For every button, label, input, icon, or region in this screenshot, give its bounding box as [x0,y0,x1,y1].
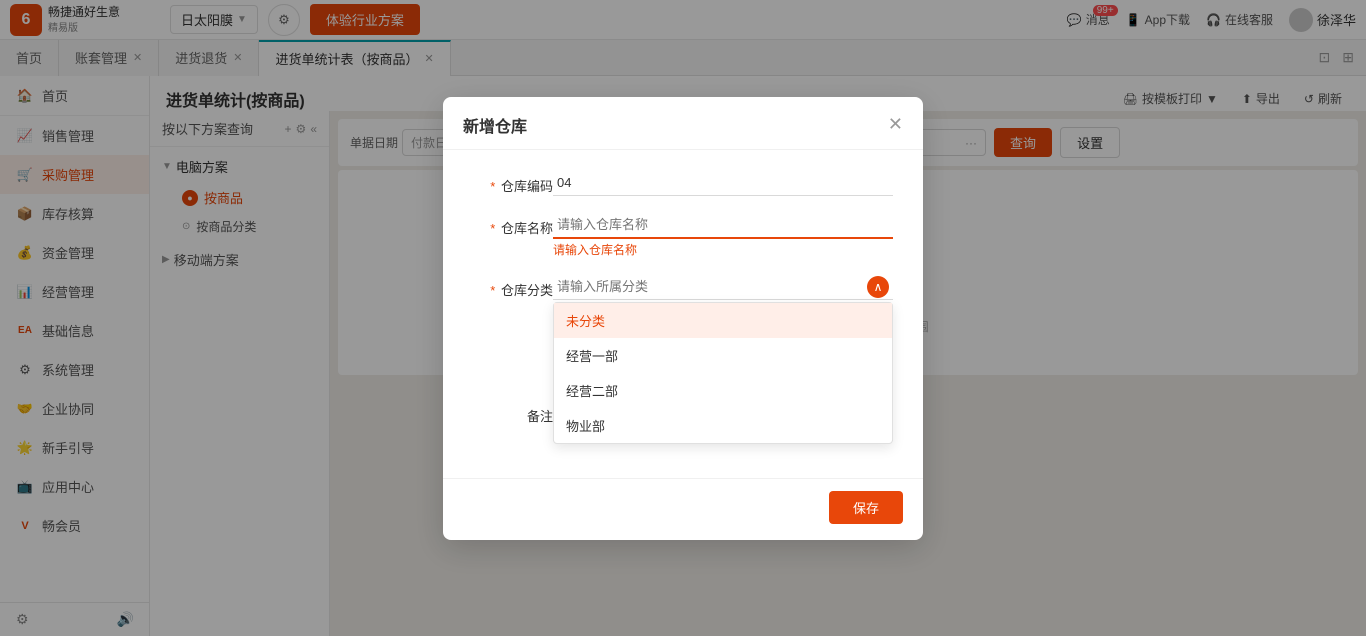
category-dropdown-chevron[interactable]: ∧ [867,276,889,298]
name-field-row: * 仓库名称 请输入仓库名称 [473,212,893,258]
category-label: * 仓库分类 [473,274,553,299]
name-error-text: 请输入仓库名称 [553,241,893,258]
code-field [553,170,893,196]
name-required-mark: * [490,221,495,236]
modal-save-button[interactable]: 保存 [829,491,903,524]
dropdown-option-uncategorized[interactable]: 未分类 [554,303,892,338]
modal-title: 新增仓库 [463,113,527,137]
add-warehouse-modal: 新增仓库 ✕ * 仓库编码 * 仓库名称 [443,97,923,540]
modal-header: 新增仓库 ✕ [443,97,923,150]
modal-overlay[interactable]: 新增仓库 ✕ * 仓库编码 * 仓库名称 [0,0,1366,636]
category-dropdown-menu: 未分类 经营一部 经营二部 物业部 [553,302,893,444]
category-field: ∧ 未分类 经营一部 经营二部 物业部 [553,274,893,300]
dropdown-option-ops1[interactable]: 经营一部 [554,338,892,373]
warehouse-name-input[interactable] [553,212,893,239]
dropdown-option-ops2[interactable]: 经营二部 [554,373,892,408]
remark-label: 备注 [473,400,553,425]
modal-close-button[interactable]: ✕ [888,114,903,135]
warehouse-category-input[interactable] [553,274,893,300]
category-required-mark: * [490,283,495,298]
chevron-up-icon: ∧ [874,280,883,294]
code-label: * 仓库编码 [473,170,553,195]
dropdown-option-property[interactable]: 物业部 [554,408,892,443]
warehouse-code-input[interactable] [553,170,893,196]
code-required-mark: * [490,179,495,194]
modal-body: * 仓库编码 * 仓库名称 请输入仓库名称 [443,150,923,470]
code-field-row: * 仓库编码 [473,170,893,196]
name-label: * 仓库名称 [473,212,553,237]
modal-footer: 保存 [443,478,923,540]
category-field-row: * 仓库分类 ∧ 未分类 经营一部 经营二部 物业部 [473,274,893,300]
name-field: 请输入仓库名称 [553,212,893,258]
